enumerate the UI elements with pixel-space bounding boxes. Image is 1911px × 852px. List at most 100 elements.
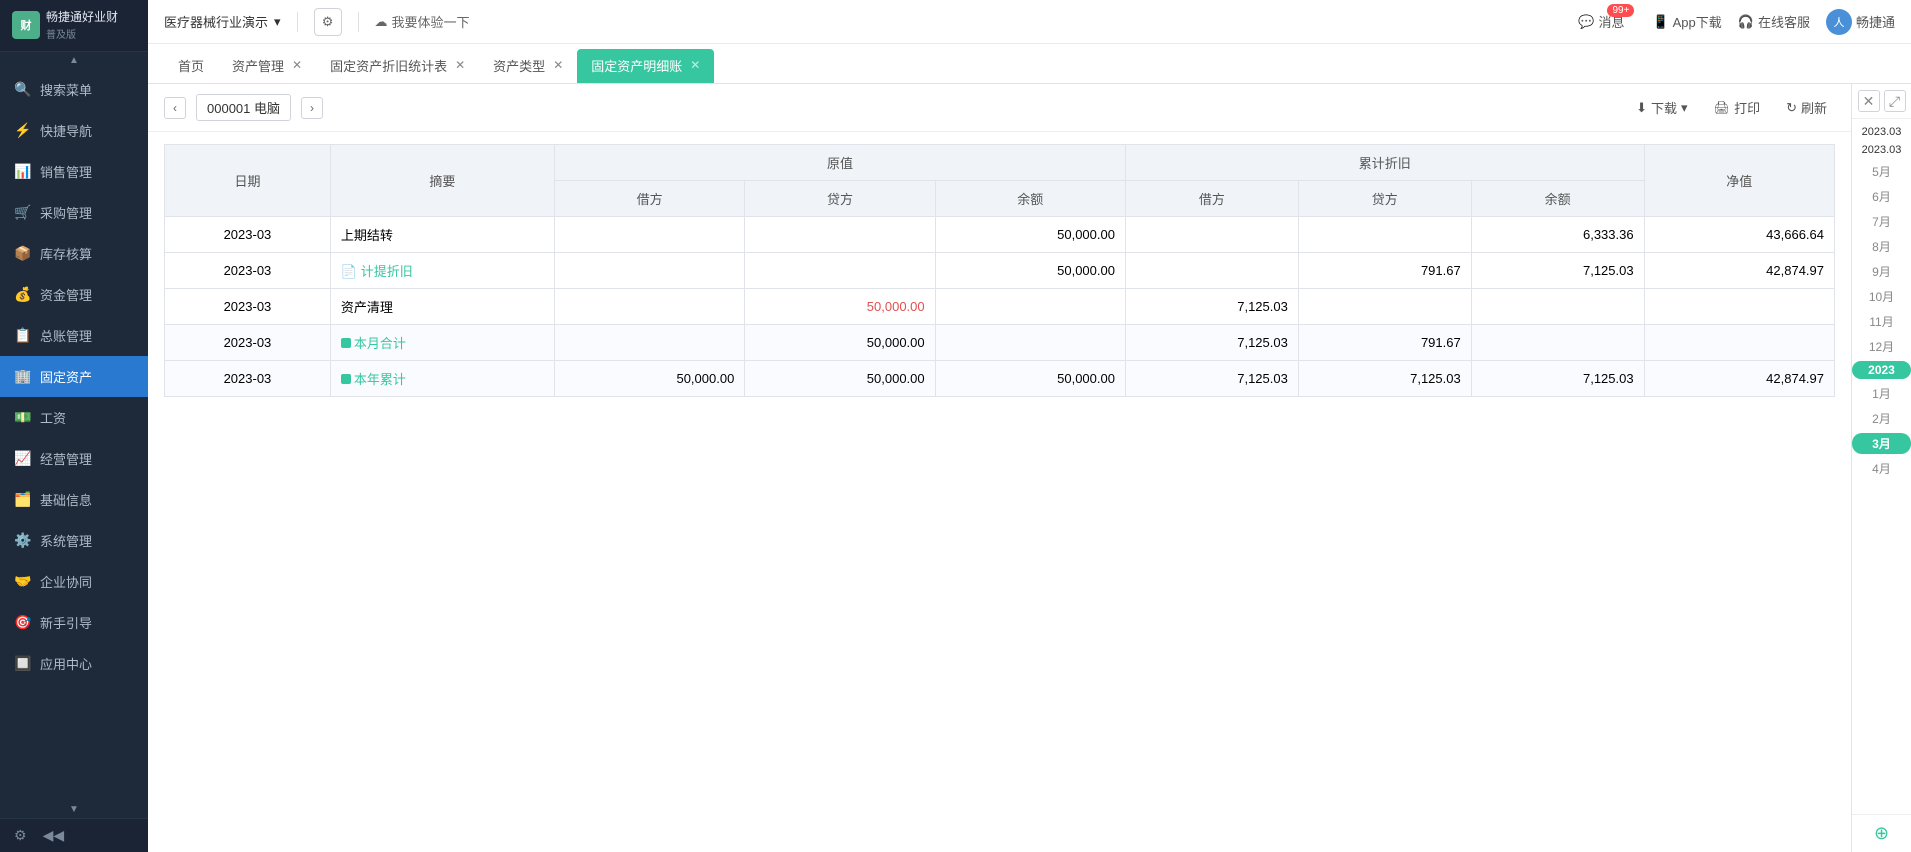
- download-label: 下载: [1651, 98, 1677, 117]
- timeline-item-6[interactable]: 6月: [1852, 184, 1911, 209]
- col-header-accumulated: 累计折旧: [1125, 145, 1644, 181]
- sidebar-item-search[interactable]: 🔍 搜索菜单: [0, 69, 148, 110]
- timeline-item-1[interactable]: 1月: [1852, 381, 1911, 406]
- green-dot-icon-2: [341, 374, 351, 384]
- timeline-add-button[interactable]: ⊕: [1874, 823, 1889, 844]
- green-dot-icon: [341, 338, 351, 348]
- timeline-expand-button[interactable]: ⤢: [1884, 90, 1906, 112]
- headset-icon: 🎧: [1738, 14, 1754, 30]
- col-orig-credit: 贷方: [745, 181, 935, 217]
- payroll-icon: 💵: [14, 408, 32, 426]
- row2-orig-balance: 50,000.00: [935, 253, 1125, 289]
- row1-acc-credit: [1298, 217, 1471, 253]
- refresh-button[interactable]: ↻ 刷新: [1778, 94, 1835, 121]
- sidebar-scroll-down[interactable]: ▼: [69, 804, 79, 815]
- sidebar-item-payroll[interactable]: 💵 工资: [0, 397, 148, 438]
- row1-summary: 上期结转: [330, 217, 554, 253]
- tab-detail-close[interactable]: ✕: [690, 58, 700, 72]
- tab-asset-type[interactable]: 资产类型 ✕: [479, 49, 577, 83]
- timeline-close-button[interactable]: ✕: [1858, 90, 1880, 112]
- tab-home-label: 首页: [178, 56, 204, 75]
- sidebar-item-guide[interactable]: 🎯 新手引导: [0, 602, 148, 643]
- timeline-item-5[interactable]: 5月: [1852, 159, 1911, 184]
- tab-home[interactable]: 首页: [164, 49, 218, 83]
- tab-assets[interactable]: 资产管理 ✕: [218, 49, 316, 83]
- messages-button[interactable]: 💬 消息 99+: [1578, 12, 1624, 31]
- row2-orig-credit: [745, 253, 935, 289]
- tab-detail[interactable]: 固定资产明细账 ✕: [577, 49, 714, 83]
- sidebar-item-collab[interactable]: 🤝 企业协同: [0, 561, 148, 602]
- timeline-item-11[interactable]: 11月: [1852, 309, 1911, 334]
- sidebar-item-purchase[interactable]: 🛒 采购管理: [0, 192, 148, 233]
- company-selector[interactable]: 医疗器械行业演示 ▾: [164, 12, 281, 31]
- tabs-bar: 首页 资产管理 ✕ 固定资产折旧统计表 ✕ 资产类型 ✕ 固定资产明细账 ✕: [148, 44, 1911, 84]
- tab-depreciation-close[interactable]: ✕: [455, 58, 465, 72]
- timeline-item-3[interactable]: 3月: [1852, 433, 1911, 454]
- table-row: 2023-03 📄 计提折旧 50,000.00 791.67 7,125.03: [165, 253, 1835, 289]
- next-asset-button[interactable]: ›: [301, 97, 323, 119]
- sidebar-item-ledger[interactable]: 📋 总账管理: [0, 315, 148, 356]
- row3-net: [1644, 289, 1834, 325]
- tab-depreciation[interactable]: 固定资产折旧统计表 ✕: [316, 49, 479, 83]
- topbar-divider-1: [297, 12, 298, 32]
- search-icon: 🔍: [14, 80, 32, 98]
- row5-summary: 本年累计: [330, 361, 554, 397]
- col-header-original: 原值: [554, 145, 1125, 181]
- main-content: 医疗器械行业演示 ▾ ⚙ ☁ 我要体验一下 💬 消息 99+ 📱 App下载 🎧…: [148, 0, 1911, 852]
- timeline-item-7[interactable]: 7月: [1852, 209, 1911, 234]
- timeline-bottom: ⊕: [1852, 814, 1911, 852]
- sidebar-item-ops[interactable]: 📈 经营管理: [0, 438, 148, 479]
- row5-acc-balance: 7,125.03: [1471, 361, 1644, 397]
- experience-button[interactable]: ☁ 我要体验一下: [375, 12, 470, 31]
- panel-tools: ⬇ 下载 ▾ 🖨 打印 ↻ 刷新: [1628, 94, 1835, 121]
- row3-summary: 资产清理: [330, 289, 554, 325]
- box-icon: 📦: [14, 244, 32, 262]
- settings-icon[interactable]: ⚙: [14, 827, 27, 844]
- download-button[interactable]: ⬇ 下载 ▾: [1628, 94, 1695, 121]
- panel-header: ‹ 000001 电脑 › ⬇ 下载 ▾ 🖨 打印 ↻ 刷新: [148, 84, 1851, 132]
- sidebar-item-sales[interactable]: 📊 销售管理: [0, 151, 148, 192]
- row5-net: 42,874.97: [1644, 361, 1834, 397]
- timeline-item-4[interactable]: 4月: [1852, 456, 1911, 481]
- row3-acc-balance: [1471, 289, 1644, 325]
- sidebar-item-basic[interactable]: 🗂️ 基础信息: [0, 479, 148, 520]
- topbar: 医疗器械行业演示 ▾ ⚙ ☁ 我要体验一下 💬 消息 99+ 📱 App下载 🎧…: [148, 0, 1911, 44]
- timeline-year-2023[interactable]: 2023: [1852, 361, 1911, 379]
- timeline-item-9[interactable]: 9月: [1852, 259, 1911, 284]
- print-button[interactable]: 🖨 打印: [1706, 94, 1769, 121]
- timeline-item-2023-03-2[interactable]: 2023.03: [1852, 141, 1911, 159]
- tab-assets-close[interactable]: ✕: [292, 58, 302, 72]
- timeline-item-2[interactable]: 2月: [1852, 406, 1911, 431]
- table-container: 日期 摘要 原值 累计折旧 净值 借方 贷方 余额 借方 贷方 余额: [148, 132, 1851, 852]
- timeline-item-8[interactable]: 8月: [1852, 234, 1911, 259]
- row4-date: 2023-03: [165, 325, 331, 361]
- col-orig-balance: 余额: [935, 181, 1125, 217]
- row2-acc-debit: [1125, 253, 1298, 289]
- timeline-item-10[interactable]: 10月: [1852, 284, 1911, 309]
- settings-button[interactable]: ⚙: [314, 8, 342, 36]
- timeline-item-12[interactable]: 12月: [1852, 334, 1911, 359]
- sidebar-item-fixed-assets[interactable]: 🏢 固定资产: [0, 356, 148, 397]
- tab-depreciation-label: 固定资产折旧统计表: [330, 56, 447, 75]
- sidebar-item-label: 快捷导航: [40, 121, 92, 140]
- sidebar-item-label: 经营管理: [40, 449, 92, 468]
- row5-date: 2023-03: [165, 361, 331, 397]
- table-row: 2023-03 本月合计 50,000.00 7,125.03 791.67: [165, 325, 1835, 361]
- app-download-button[interactable]: 📱 App下载: [1652, 12, 1721, 31]
- sidebar-nav: 🔍 搜索菜单 ⚡ 快捷导航 📊 销售管理 🛒 采购管理 📦 库存核算 💰 资金管…: [0, 69, 148, 801]
- prev-asset-button[interactable]: ‹: [164, 97, 186, 119]
- online-service-button[interactable]: 🎧 在线客服: [1738, 12, 1810, 31]
- sidebar-item-inventory[interactable]: 📦 库存核算: [0, 233, 148, 274]
- sidebar-item-system[interactable]: ⚙️ 系统管理: [0, 520, 148, 561]
- sidebar-item-funds[interactable]: 💰 资金管理: [0, 274, 148, 315]
- sidebar-item-apps[interactable]: 🔲 应用中心: [0, 643, 148, 684]
- tab-asset-type-close[interactable]: ✕: [553, 58, 563, 72]
- sidebar-item-nav[interactable]: ⚡ 快捷导航: [0, 110, 148, 151]
- timeline-item-2023-03-1[interactable]: 2023.03: [1852, 123, 1911, 141]
- collapse-icon[interactable]: ◀◀: [43, 827, 65, 844]
- user-menu[interactable]: 人 畅捷通: [1826, 9, 1895, 35]
- sidebar-bottom: ⚙ ◀◀: [0, 818, 148, 852]
- row3-orig-balance: [935, 289, 1125, 325]
- sidebar-scroll-up[interactable]: ▲: [69, 55, 79, 66]
- cart-icon: 🛒: [14, 203, 32, 221]
